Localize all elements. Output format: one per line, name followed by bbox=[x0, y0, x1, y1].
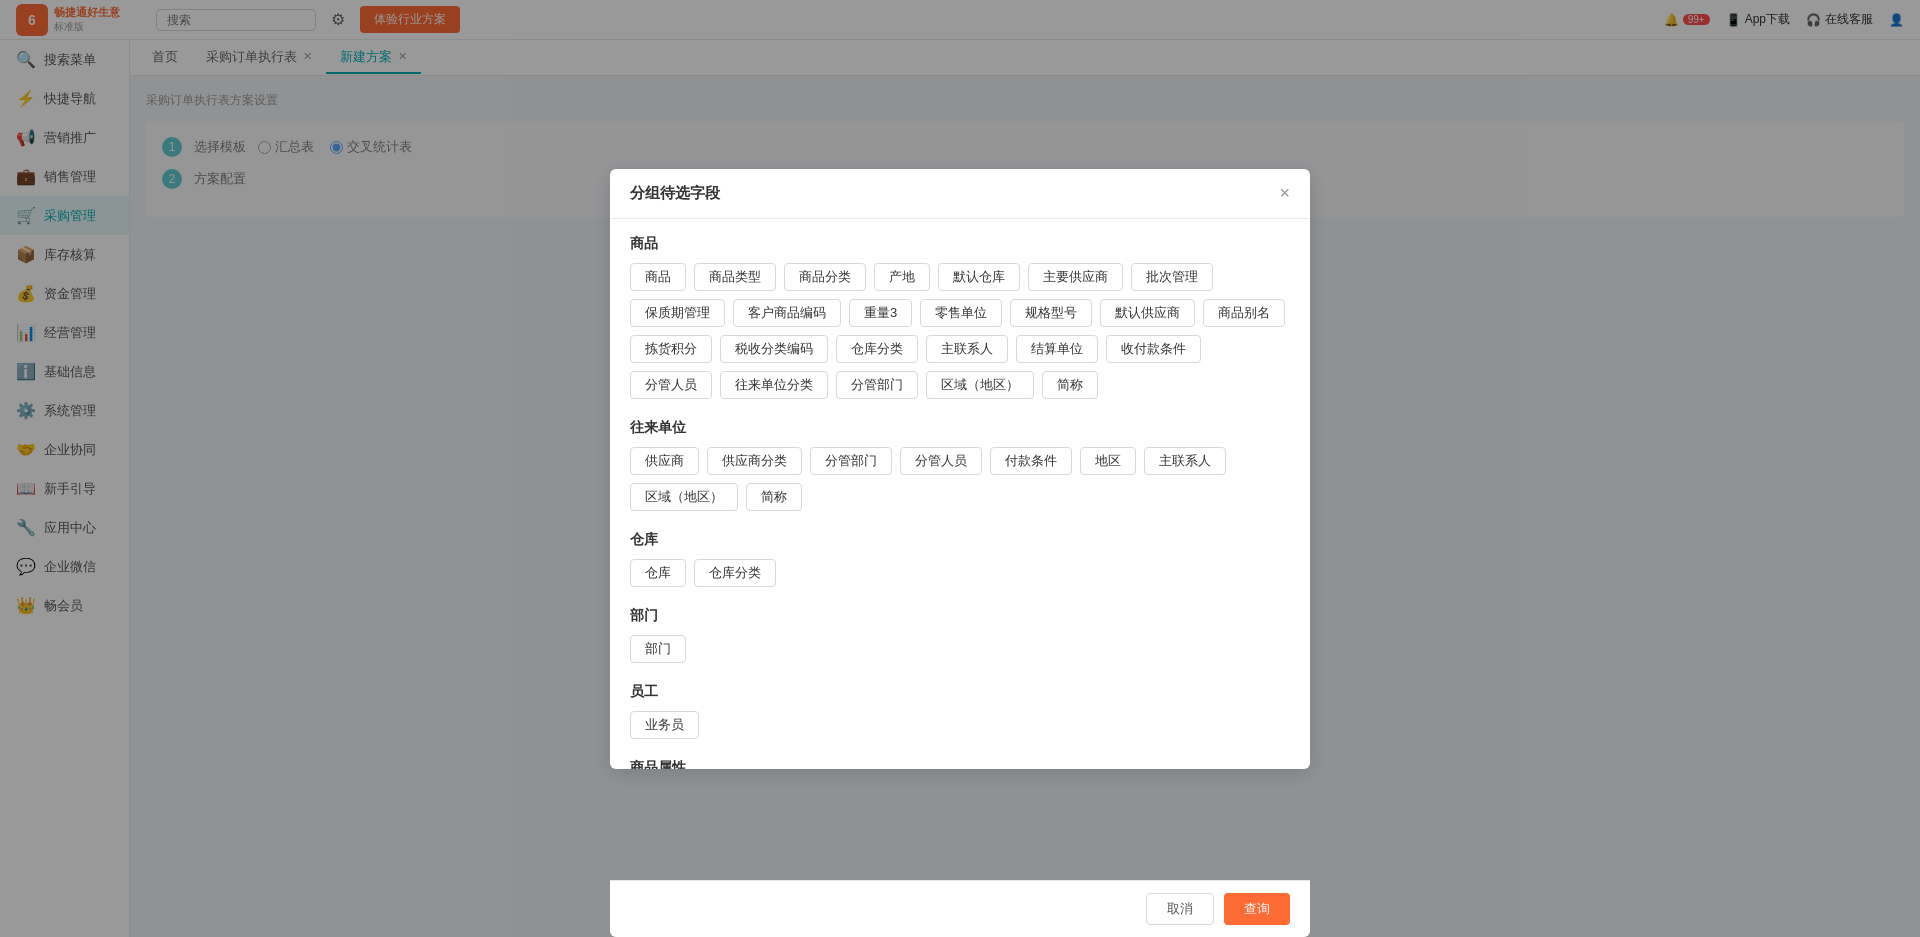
modal-header: 分组待选字段 × bbox=[610, 169, 1310, 219]
modal-close-button[interactable]: × bbox=[1279, 183, 1290, 204]
modal-overlay[interactable]: 分组待选字段 × 商品 商品 商品类型 商品分类 产地 默认仓库 主要供应商 批… bbox=[0, 0, 1920, 233]
modal-body: 商品 商品 商品类型 商品分类 产地 默认仓库 主要供应商 批次管理 保质期管理… bbox=[610, 219, 1310, 234]
modal-title: 分组待选字段 bbox=[630, 184, 720, 203]
field-select-modal: 分组待选字段 × 商品 商品 商品类型 商品分类 产地 默认仓库 主要供应商 批… bbox=[610, 169, 1310, 234]
